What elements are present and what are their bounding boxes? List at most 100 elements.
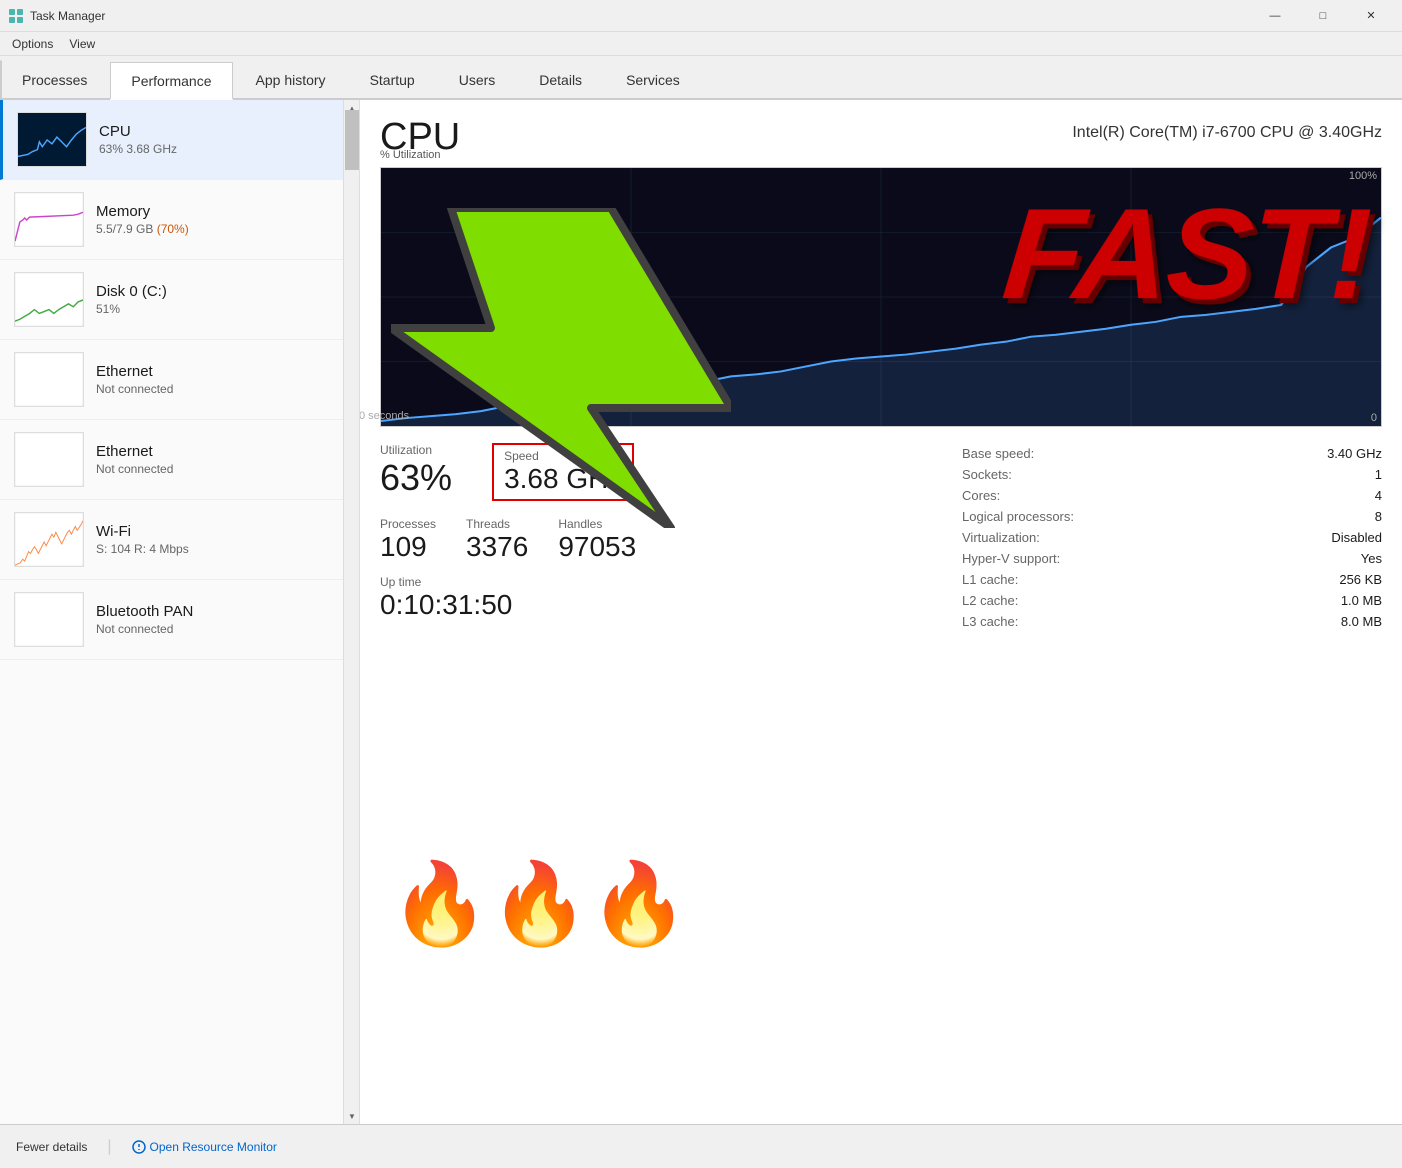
title-bar: Task Manager — □ ✕ [0,0,1402,32]
memory-thumbnail [14,192,84,247]
scroll-down-arrow[interactable]: ▼ [344,1108,360,1124]
sidebar-item-disk[interactable]: Disk 0 (C:) 51% [0,260,359,340]
sockets-key: Sockets: [962,467,1012,482]
cpu-sidebar-info: CPU 63% 3.68 GHz [99,123,345,156]
menu-view[interactable]: View [61,35,103,53]
window-controls: — □ ✕ [1252,0,1394,32]
graph-y-label: % Utilization [380,149,441,161]
tab-users[interactable]: Users [438,60,517,98]
ethernet2-sidebar-info: Ethernet Not connected [96,443,345,476]
l3-val: 8.0 MB [1341,614,1382,629]
sidebar-item-bluetooth[interactable]: Bluetooth PAN Not connected [0,580,359,660]
open-resource-monitor-link[interactable]: Open Resource Monitor [132,1140,277,1154]
tab-processes[interactable]: Processes [0,60,108,98]
l1-val: 256 KB [1339,572,1382,587]
fewer-details-link[interactable]: Fewer details [16,1140,87,1154]
sidebar-item-memory[interactable]: Memory 5.5/7.9 GB (70%) [0,180,359,260]
graph-wrapper: % Utilization 100% [380,167,1382,427]
lower-section: Utilization 63% Speed 3.68 GHz Processes… [380,443,1382,632]
ethernet2-sidebar-name: Ethernet [96,443,345,460]
processes-label: Processes [380,517,436,531]
graph-time-label: 60 seconds [360,410,881,422]
sidebar-item-wifi[interactable]: Wi-Fi S: 104 R: 4 Mbps [0,500,359,580]
l3-key: L3 cache: [962,614,1018,629]
minimize-button[interactable]: — [1252,0,1298,32]
cpu-detail-panel: CPU Intel(R) Core(TM) i7-6700 CPU @ 3.40… [360,100,1402,1124]
wifi-sidebar-name: Wi-Fi [96,523,345,540]
disk-sidebar-info: Disk 0 (C:) 51% [96,283,345,316]
disk-thumbnail [14,272,84,327]
l1-key: L1 cache: [962,572,1018,587]
tab-details[interactable]: Details [518,60,603,98]
cpu-sidebar-detail: 63% 3.68 GHz [99,142,345,156]
logical-key: Logical processors: [962,509,1074,524]
uptime-value: 0:10:31:50 [380,589,962,621]
processes-threads-handles-row: Processes 109 Threads 3376 Handles 97053 [380,517,962,563]
close-button[interactable]: ✕ [1348,0,1394,32]
cpu-sidebar-name: CPU [99,123,345,140]
sockets-val: 1 [1375,467,1382,482]
speed-box: Speed 3.68 GHz [492,443,634,501]
disk-sidebar-name: Disk 0 (C:) [96,283,345,300]
processes-group: Processes 109 [380,517,436,563]
wifi-sidebar-detail: S: 104 R: 4 Mbps [96,542,345,556]
scrollbar-thumb[interactable] [345,110,359,170]
threads-label: Threads [466,517,528,531]
threads-value: 3376 [466,531,528,563]
tab-performance[interactable]: Performance [110,62,232,100]
base-speed-val: 3.40 GHz [1327,446,1382,461]
speed-label: Speed [504,449,622,463]
info-sockets: Sockets: 1 [962,464,1382,485]
cpu-header: CPU Intel(R) Core(TM) i7-6700 CPU @ 3.40… [380,116,1382,159]
util-speed-row: Utilization 63% Speed 3.68 GHz [380,443,962,501]
sidebar-list: CPU 63% 3.68 GHz Memory 5.5/7.9 GB (70%) [0,100,359,1124]
disk-sidebar-detail: 51% [96,302,345,316]
graph-0-label: 0 [1371,412,1377,424]
handles-label: Handles [558,517,636,531]
tab-services[interactable]: Services [605,60,701,98]
sidebar-item-ethernet2[interactable]: Ethernet Not connected [0,420,359,500]
flame-overlay: 🔥🔥🔥 [390,864,689,944]
cpu-thumbnail [17,112,87,167]
bluetooth-thumbnail [14,592,84,647]
sidebar-item-cpu[interactable]: CPU 63% 3.68 GHz [0,100,359,180]
l2-key: L2 cache: [962,593,1018,608]
cpu-info-table: Base speed: 3.40 GHz Sockets: 1 Cores: 4… [962,443,1382,632]
footer: Fewer details | Open Resource Monitor [0,1124,1402,1168]
sidebar: CPU 63% 3.68 GHz Memory 5.5/7.9 GB (70%) [0,100,360,1124]
hyperv-key: Hyper-V support: [962,551,1060,566]
menu-options[interactable]: Options [4,35,61,53]
bluetooth-sidebar-detail: Not connected [96,622,345,636]
graph-100-label: 100% [1349,170,1377,182]
footer-separator: | [107,1138,111,1156]
memory-sidebar-info: Memory 5.5/7.9 GB (70%) [96,203,345,236]
cpu-graph: 100% 0 60 seconds FAST! [380,167,1382,427]
logical-val: 8 [1375,509,1382,524]
memory-sidebar-name: Memory [96,203,345,220]
cpu-model: Intel(R) Core(TM) i7-6700 CPU @ 3.40GHz [1072,124,1382,142]
resource-monitor-icon [132,1140,146,1154]
handles-group: Handles 97053 [558,517,636,563]
wifi-sidebar-info: Wi-Fi S: 104 R: 4 Mbps [96,523,345,556]
info-virtualization: Virtualization: Disabled [962,527,1382,548]
base-speed-key: Base speed: [962,446,1034,461]
memory-sidebar-detail: 5.5/7.9 GB (70%) [96,222,345,236]
cpu-stats: Utilization 63% Speed 3.68 GHz Processes… [380,443,962,632]
l2-val: 1.0 MB [1341,593,1382,608]
info-base-speed: Base speed: 3.40 GHz [962,443,1382,464]
info-l1: L1 cache: 256 KB [962,569,1382,590]
maximize-button[interactable]: □ [1300,0,1346,32]
speed-value: 3.68 GHz [504,463,622,495]
utilization-label: Utilization [380,443,452,457]
main-content: CPU 63% 3.68 GHz Memory 5.5/7.9 GB (70%) [0,100,1402,1124]
tab-startup[interactable]: Startup [349,60,436,98]
bluetooth-sidebar-info: Bluetooth PAN Not connected [96,603,345,636]
info-logical-processors: Logical processors: 8 [962,506,1382,527]
tab-app-history[interactable]: App history [235,60,347,98]
uptime-group: Up time 0:10:31:50 [380,575,962,621]
hyperv-val: Yes [1361,551,1382,566]
sidebar-item-ethernet1[interactable]: Ethernet Not connected [0,340,359,420]
sidebar-scrollbar[interactable]: ▲ ▼ [343,100,359,1124]
open-resource-monitor-text: Open Resource Monitor [150,1140,277,1154]
info-hyperv: Hyper-V support: Yes [962,548,1382,569]
